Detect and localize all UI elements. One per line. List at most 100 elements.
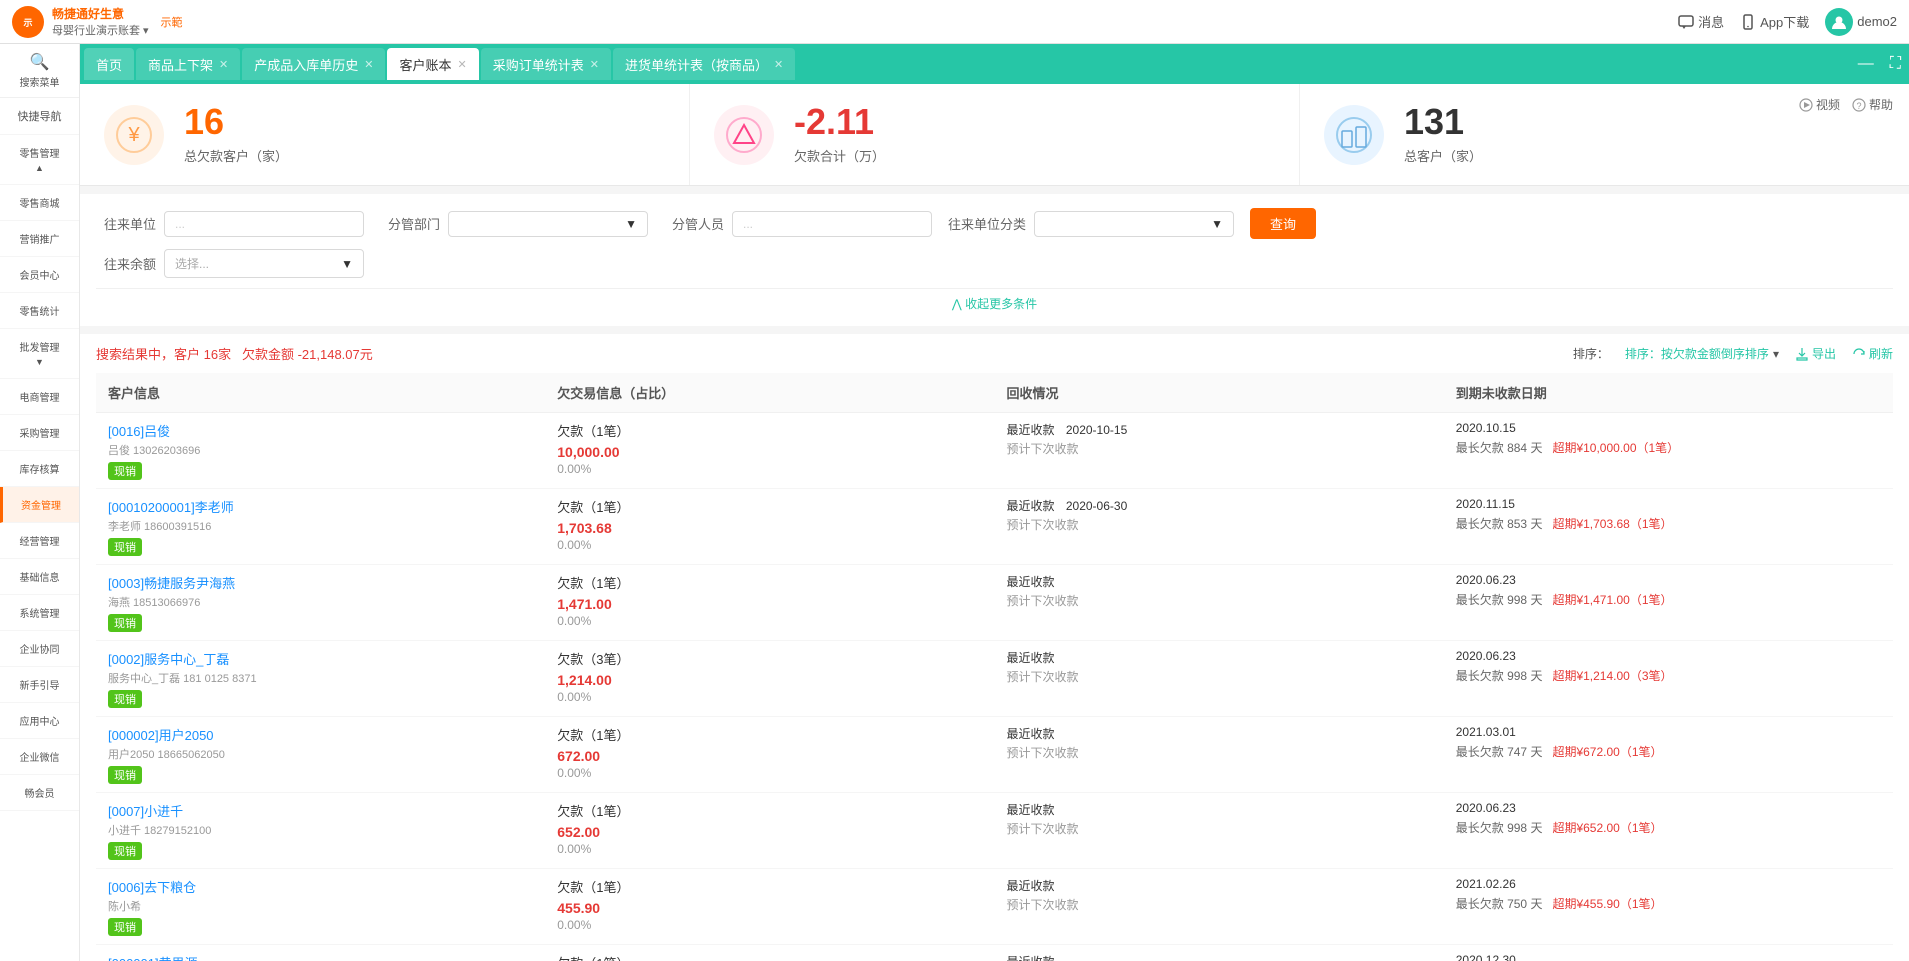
tab-bar-actions: — ⛶ xyxy=(1854,51,1905,77)
tab-close-product-history[interactable]: ✕ xyxy=(364,58,373,71)
customer-name-4[interactable]: [000002]用户2050 xyxy=(108,725,533,744)
overdue-amount-0[interactable]: 超期¥10,000.00（1笔） xyxy=(1552,441,1679,455)
debt-amount-2[interactable]: 1,471.00 xyxy=(557,596,982,612)
user-profile[interactable]: demo2 xyxy=(1825,8,1897,36)
return-next-5: 预计下次收款 xyxy=(1007,820,1432,837)
sidebar-item-enterprise[interactable]: 企业协同 xyxy=(0,631,79,667)
sidebar-item-app-center[interactable]: 应用中心 xyxy=(0,703,79,739)
cell-customer-0: [0016]吕俊 吕俊 13026203696 现销 xyxy=(96,413,545,489)
refresh-btn[interactable]: 刷新 xyxy=(1852,345,1893,362)
overdue-amount-3[interactable]: 超期¥1,214.00（3笔） xyxy=(1552,669,1672,683)
overdue-amount-5[interactable]: 超期¥652.00（1笔） xyxy=(1552,821,1662,835)
customer-contact-0: 吕俊 13026203696 xyxy=(108,442,533,458)
table-row: [0016]吕俊 吕俊 13026203696 现销 欠款（1笔） 10,000… xyxy=(96,413,1893,489)
debt-amount-0[interactable]: 10,000.00 xyxy=(557,444,982,460)
sidebar-search[interactable]: 🔍 搜索菜单 xyxy=(0,44,79,98)
filter-unit-class: 往来单位分类 ▼ xyxy=(948,211,1234,237)
overdue-amount-1[interactable]: 超期¥1,703.68（1笔） xyxy=(1552,517,1672,531)
tab-close-purchase-stats[interactable]: ✕ xyxy=(590,58,599,71)
collapse-bar[interactable]: ⋀ 收起更多条件 xyxy=(96,288,1893,318)
search-button[interactable]: 查询 xyxy=(1250,208,1316,239)
debt-amount-3[interactable]: 1,214.00 xyxy=(557,672,982,688)
cell-debt-1: 欠款（1笔） 1,703.68 0.00% xyxy=(545,489,994,565)
help-btn[interactable]: ? 帮助 xyxy=(1852,96,1893,113)
dept-select[interactable]: ▼ xyxy=(448,211,648,237)
help-icon: ? xyxy=(1852,98,1866,112)
tab-customer-account[interactable]: 客户账本 ✕ xyxy=(387,48,478,80)
customer-tag-5: 现销 xyxy=(108,842,142,860)
app-download-btn[interactable]: App下载 xyxy=(1740,12,1809,31)
tab-product-history[interactable]: 产成品入库单历史 ✕ xyxy=(242,48,385,80)
tab-close-stock-stats[interactable]: ✕ xyxy=(774,58,783,71)
sidebar-item-retail-mgmt[interactable]: 零售管理 ▲ xyxy=(0,135,79,185)
sidebar-item-system[interactable]: 系统管理 xyxy=(0,595,79,631)
data-table: 客户信息 欠交易信息（占比） 回收情况 到期未收款日期 [0016]吕俊 吕俊 … xyxy=(96,373,1893,961)
sidebar-item-member[interactable]: 会员中心 xyxy=(0,257,79,293)
sidebar-item-retail-mall[interactable]: 零售商城 xyxy=(0,185,79,221)
overdue-days-0: 最长欠款 884 天 超期¥10,000.00（1笔） xyxy=(1456,439,1881,456)
customer-name-0[interactable]: [0016]吕俊 xyxy=(108,421,533,440)
sidebar-item-batch-mgmt[interactable]: 批发管理 ▼ xyxy=(0,329,79,379)
customer-name-1[interactable]: [00010200001]李老师 xyxy=(108,497,533,516)
sidebar-item-capital[interactable]: 资金管理 xyxy=(0,487,79,523)
overdue-amount-6[interactable]: 超期¥455.90（1笔） xyxy=(1552,897,1662,911)
tab-close-product-offline[interactable]: ✕ xyxy=(219,58,228,71)
source-unit-input[interactable]: ... xyxy=(164,211,364,237)
return-recent-1: 最近收款 2020-06-30 xyxy=(1007,497,1432,514)
unit-class-select[interactable]: ▼ xyxy=(1034,211,1234,237)
overdue-amount-2[interactable]: 超期¥1,471.00（1笔） xyxy=(1552,593,1672,607)
debt-count-3: 欠款（3笔） xyxy=(557,649,982,668)
cell-due-3: 2020.06.23 最长欠款 998 天 超期¥1,214.00（3笔） xyxy=(1444,641,1893,717)
return-recent-5: 最近收款 xyxy=(1007,801,1432,818)
export-btn[interactable]: 导出 xyxy=(1795,345,1836,362)
store-select[interactable]: 母婴行业演示账套 ▾ xyxy=(52,22,149,38)
tab-close-customer-account[interactable]: ✕ xyxy=(458,58,467,71)
sidebar-item-new-guide[interactable]: 新手引导 xyxy=(0,667,79,703)
tab-home[interactable]: 首页 xyxy=(84,48,134,80)
sidebar-item-purchase[interactable]: 采购管理 xyxy=(0,415,79,451)
customer-name-7[interactable]: [000001]黄思源 xyxy=(108,953,533,961)
summary-card-total-debt: -2.11 欠款合计（万） xyxy=(690,84,1300,185)
customer-name-3[interactable]: [0002]服务中心_丁磊 xyxy=(108,649,533,668)
debt-amount-4[interactable]: 672.00 xyxy=(557,748,982,764)
sidebar-item-inventory[interactable]: 库存核算 xyxy=(0,451,79,487)
balance-select[interactable]: 选择... ▼ xyxy=(164,249,364,278)
cell-due-2: 2020.06.23 最长欠款 998 天 超期¥1,471.00（1笔） xyxy=(1444,565,1893,641)
cell-return-0: 最近收款 2020-10-15 预计下次收款 xyxy=(995,413,1444,489)
customer-name-2[interactable]: [0003]畅捷服务尹海燕 xyxy=(108,573,533,592)
sidebar-item-ecommerce[interactable]: 电商管理 xyxy=(0,379,79,415)
person-input[interactable]: ... xyxy=(732,211,932,237)
tab-maximize-btn[interactable]: ⛶ xyxy=(1886,51,1905,77)
cell-return-2: 最近收款 预计下次收款 xyxy=(995,565,1444,641)
top-right-actions: 消息 App下载 demo2 xyxy=(1678,8,1897,36)
svg-text:示: 示 xyxy=(23,18,32,28)
customer-name-5[interactable]: [0007]小进千 xyxy=(108,801,533,820)
tab-minimize-btn[interactable]: — xyxy=(1854,51,1878,77)
total-debt-label: 欠款合计（万） xyxy=(794,146,1275,165)
customer-name-6[interactable]: [0006]去下粮仓 xyxy=(108,877,533,896)
debt-amount-5[interactable]: 652.00 xyxy=(557,824,982,840)
video-help-btn[interactable]: 视频 xyxy=(1799,96,1840,113)
filter-section: 往来单位 ... 分管部门 ▼ 分管人员 xyxy=(80,194,1909,326)
sort-select[interactable]: 排序：按欠款金额倒序排序 ▾ xyxy=(1625,345,1779,362)
tab-product-offline[interactable]: 商品上下架 ✕ xyxy=(136,48,240,80)
message-btn[interactable]: 消息 xyxy=(1678,12,1724,31)
sidebar-item-retail-stat[interactable]: 零售统计 xyxy=(0,293,79,329)
cell-customer-6: [0006]去下粮仓 陈小希 现销 xyxy=(96,869,545,945)
sidebar-item-operations[interactable]: 经营管理 xyxy=(0,523,79,559)
top-bar: 示 畅捷通好生意 母婴行业演示账套 ▾ 示範 消息 App下载 xyxy=(0,0,1909,44)
tab-purchase-stats[interactable]: 采购订单统计表 ✕ xyxy=(481,48,611,80)
debt-amount-1[interactable]: 1,703.68 xyxy=(557,520,982,536)
tab-stock-stats[interactable]: 进货单统计表（按商品） ✕ xyxy=(613,48,795,80)
sidebar-item-basic-info[interactable]: 基础信息 xyxy=(0,559,79,595)
sidebar-item-quick-nav[interactable]: 快捷导航 xyxy=(0,98,79,135)
sidebar-item-corp-wechat[interactable]: 企业微信 xyxy=(0,739,79,775)
cell-due-4: 2021.03.01 最长欠款 747 天 超期¥672.00（1笔） xyxy=(1444,717,1893,793)
sidebar-item-vip[interactable]: 畅会员 xyxy=(0,775,79,811)
overdue-amount-4[interactable]: 超期¥672.00（1笔） xyxy=(1552,745,1662,759)
debt-percent-1: 0.00% xyxy=(557,538,982,552)
table-toolbar: 搜索结果中，客户 16家 欠款金额 -21,148.07元 排序： 排序：按欠款… xyxy=(96,334,1893,373)
return-recent-2: 最近收款 xyxy=(1007,573,1432,590)
debt-amount-6[interactable]: 455.90 xyxy=(557,900,982,916)
sidebar-item-marketing[interactable]: 营销推广 xyxy=(0,221,79,257)
